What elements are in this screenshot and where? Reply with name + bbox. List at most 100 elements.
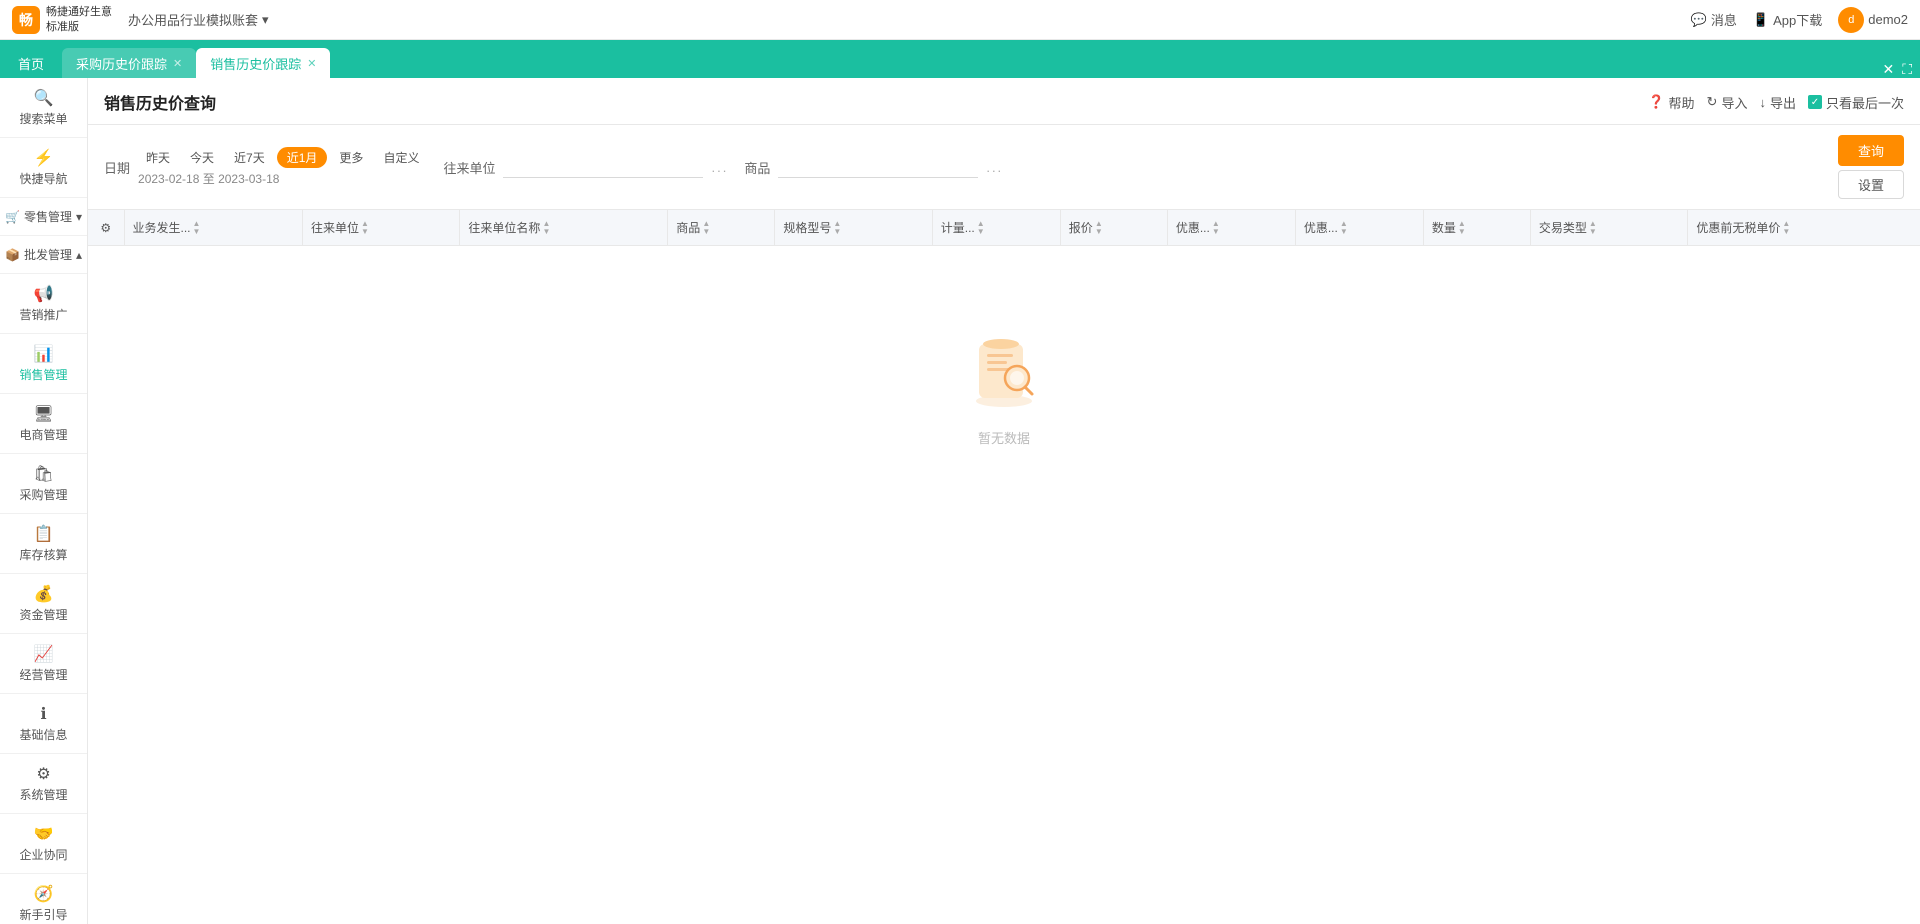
th-goods[interactable]: 商品 ▲▼ [668,210,775,246]
date-chip-more[interactable]: 更多 [331,147,371,168]
tab-home[interactable]: 首页 [2,48,60,78]
export-button[interactable]: ↓ 导出 [1759,93,1796,112]
th-spec[interactable]: 规格型号 ▲▼ [775,210,932,246]
sidebar-item-search[interactable]: 🔍 搜索菜单 [0,78,87,138]
table-header-row: ⚙ 业务发生... ▲▼ 往来单位 ▲▼ [88,210,1920,246]
page-header: 销售历史价查询 ❓ 帮助 ↻ 导入 ↓ 导出 ✓ 只看最后一次 [88,78,1920,125]
user-menu[interactable]: d demo2 [1838,7,1908,33]
tab1-close-icon[interactable]: ✕ [173,57,182,70]
table-container: ⚙ 业务发生... ▲▼ 往来单位 ▲▼ [88,210,1920,924]
sidebar-item-system[interactable]: ⚙ 系统管理 [0,754,87,814]
chevron-down-icon: ▾ [262,12,269,28]
date-range-text: 2023-02-18 至 2023-03-18 [138,170,427,187]
date-filter-label: 日期 [104,158,130,177]
empty-text: 暂无数据 [978,428,1030,447]
message-button[interactable]: 💬 消息 [1691,10,1737,29]
partner-filter-label: 往来单位 [443,158,495,177]
tab2-close-icon[interactable]: ✕ [307,57,316,70]
th-trade-type[interactable]: 交易类型 ▲▼ [1530,210,1687,246]
sort-icon-biz-date: ▲▼ [193,220,201,236]
tab-sales-history[interactable]: 销售历史价跟踪 ✕ [196,48,330,78]
finance-icon: 💰 [4,584,83,604]
app-selector[interactable]: 办公用品行业模拟账套 ▾ [120,10,277,29]
sort-icon-quote: ▲▼ [1095,220,1103,236]
marketing-icon: 📢 [4,284,83,304]
date-chips: 昨天 今天 近7天 近1月 更多 自定义 [138,147,427,168]
th-partner-name[interactable]: 往来单位名称 ▲▼ [460,210,668,246]
th-qty[interactable]: 数量 ▲▼ [1423,210,1530,246]
sort-icon-trade-type: ▲▼ [1589,220,1597,236]
sort-icon-pre-tax-price: ▲▼ [1782,220,1790,236]
th-settings[interactable]: ⚙ [88,210,124,246]
sort-icon-spec: ▲▼ [833,220,841,236]
purchase-icon: 🛍 [4,464,83,484]
sidebar-item-operations[interactable]: 📈 经营管理 [0,634,87,694]
message-icon: 💬 [1691,12,1707,28]
sidebar-item-sales[interactable]: 📊 销售管理 [0,334,87,394]
goods-filter-input[interactable] [778,156,978,178]
home-tab-label: 首页 [18,54,44,73]
tab-purchase-history[interactable]: 采购历史价跟踪 ✕ [62,48,196,78]
partner-filter-input[interactable] [503,156,703,178]
goods-dots-button[interactable]: ... [986,160,1003,175]
logo-area: 畅 畅捷通好生意 标准版 [12,5,112,34]
th-quote[interactable]: 报价 ▲▼ [1060,210,1167,246]
sort-icon-unit: ▲▼ [977,220,985,236]
date-chip-7days[interactable]: 近7天 [226,147,273,168]
sort-icon-discount2: ▲▼ [1340,220,1348,236]
th-biz-date[interactable]: 业务发生... ▲▼ [124,210,302,246]
import-button[interactable]: ↻ 导入 [1707,93,1748,112]
th-unit[interactable]: 计量... ▲▼ [932,210,1060,246]
th-partner[interactable]: 往来单位 ▲▼ [302,210,459,246]
partner-dots-button[interactable]: ... [711,160,728,175]
page-actions: ❓ 帮助 ↻ 导入 ↓ 导出 ✓ 只看最后一次 [1648,93,1904,112]
data-table: ⚙ 业务发生... ▲▼ 往来单位 ▲▼ [88,210,1920,246]
sort-icon-discount1: ▲▼ [1212,220,1220,236]
sidebar-item-enterprise[interactable]: 🤝 企业协同 [0,814,87,874]
system-icon: ⚙ [4,764,83,784]
th-pre-tax-price[interactable]: 优惠前无税单价 ▲▼ [1688,210,1920,246]
last-once-checkbox[interactable]: ✓ 只看最后一次 [1808,93,1904,112]
sidebar-item-wholesale[interactable]: 📦 批发管理 ▴ [0,236,87,274]
sidebar-item-finance[interactable]: 💰 资金管理 [0,574,87,634]
sidebar-item-newbie[interactable]: 🧭 新手引导 [0,874,87,924]
quick-nav-icon: ⚡ [4,148,83,168]
wholesale-arrow-icon: ▴ [76,248,82,262]
sort-icon-partner-name: ▲▼ [542,220,550,236]
logo-icon: 畅 [12,6,40,34]
sort-icon-goods: ▲▼ [702,220,710,236]
sidebar-item-marketing[interactable]: 📢 营销推广 [0,274,87,334]
sidebar-item-ecommerce[interactable]: 🖥 电商管理 [0,394,87,454]
date-chip-today[interactable]: 今天 [182,147,222,168]
sort-icon-partner: ▲▼ [361,220,369,236]
tab-bar: 首页 采购历史价跟踪 ✕ 销售历史价跟踪 ✕ ✕ ⛶ [0,40,1920,78]
filter-settings-button[interactable]: 设置 [1838,170,1904,199]
empty-icon [959,326,1049,416]
maximize-icon[interactable]: ⛶ [1902,61,1912,78]
partner-filter-group: 往来单位 ... [443,156,728,178]
enterprise-icon: 🤝 [4,824,83,844]
th-discount1[interactable]: 优惠... ▲▼ [1167,210,1295,246]
date-chip-1month[interactable]: 近1月 [277,147,328,168]
empty-state: 暂无数据 [88,246,1920,527]
ecommerce-icon: 🖥 [4,404,83,424]
app-download-button[interactable]: 📱 App下载 [1753,10,1822,29]
help-button[interactable]: ❓ 帮助 [1648,93,1694,112]
date-chip-yesterday[interactable]: 昨天 [138,147,178,168]
filter-actions: 查询 设置 [1838,135,1904,199]
sidebar-item-retail[interactable]: 🛒 零售管理 ▾ [0,198,87,236]
query-button[interactable]: 查询 [1838,135,1904,166]
th-discount2[interactable]: 优惠... ▲▼ [1295,210,1423,246]
close-window-icon[interactable]: ✕ [1882,61,1894,78]
page-title: 销售历史价查询 [104,90,216,114]
date-chip-custom[interactable]: 自定义 [375,147,427,168]
sidebar-item-purchase[interactable]: 🛍 采购管理 [0,454,87,514]
sidebar-item-inventory[interactable]: 📋 库存核算 [0,514,87,574]
search-icon: 🔍 [4,88,83,108]
sidebar-item-basic-info[interactable]: ℹ 基础信息 [0,694,87,754]
gear-icon: ⚙ [100,221,111,235]
sidebar-item-quick-nav[interactable]: ⚡ 快捷导航 [0,138,87,198]
wholesale-icon: 📦 [5,248,20,262]
sort-icon-qty: ▲▼ [1458,220,1466,236]
filter-bar: 日期 昨天 今天 近7天 近1月 更多 自定义 2023-02-18 至 202… [88,125,1920,210]
